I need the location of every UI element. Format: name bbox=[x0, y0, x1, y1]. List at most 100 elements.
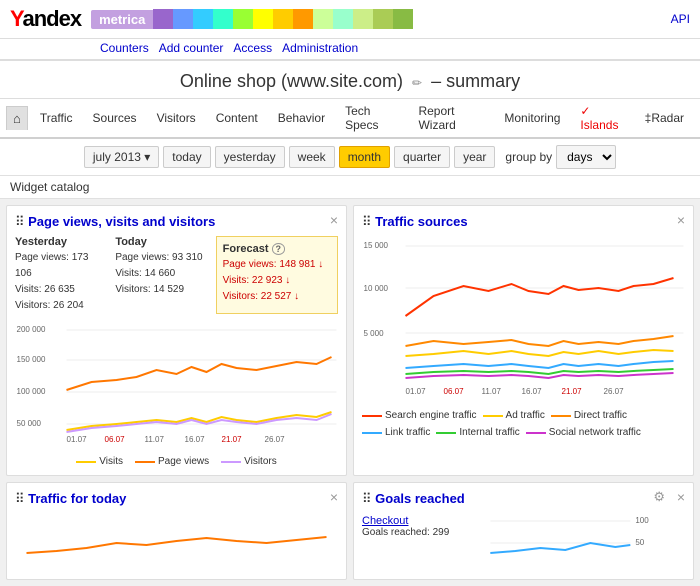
tab-bar: ⌂ Traffic Sources Visitors Content Behav… bbox=[0, 99, 700, 139]
page-subtitle: – summary bbox=[431, 71, 520, 91]
pageviews-dot bbox=[135, 461, 155, 463]
group-by-select[interactable]: days bbox=[556, 145, 616, 169]
svg-text:01.07: 01.07 bbox=[406, 387, 427, 396]
traffic-sources-close[interactable]: × bbox=[677, 212, 685, 228]
svg-text:21.07: 21.07 bbox=[562, 387, 583, 396]
social-dot bbox=[526, 432, 546, 434]
pageviews-close[interactable]: × bbox=[330, 212, 338, 228]
legend-social: Social network traffic bbox=[526, 427, 641, 438]
svg-text:15 000: 15 000 bbox=[364, 241, 389, 250]
stats-row: Yesterday Page views: 173 106 Visits: 26… bbox=[15, 236, 338, 314]
tab-behavior[interactable]: Behavior bbox=[268, 106, 335, 132]
svg-text:06.07: 06.07 bbox=[105, 435, 126, 444]
search-label: Search engine traffic bbox=[385, 410, 477, 421]
traffic-today-widget: ⠿ Traffic for today × bbox=[6, 482, 347, 580]
metrica-bar: metrica bbox=[91, 9, 413, 29]
yandex-logo: Yandex bbox=[10, 6, 81, 32]
page-title: Online shop (www.site.com) bbox=[180, 71, 403, 91]
tab-home[interactable]: ⌂ bbox=[6, 106, 28, 130]
tab-visitors[interactable]: Visitors bbox=[147, 106, 206, 132]
year-btn[interactable]: year bbox=[454, 146, 495, 168]
tab-radar[interactable]: ‡Radar bbox=[635, 106, 694, 132]
week-btn[interactable]: week bbox=[289, 146, 335, 168]
forecast-stats: Forecast ? Page views: 148 981 ↓ Visits:… bbox=[216, 236, 338, 314]
today-stats: Today Page views: 93 310 Visits: 14 660 … bbox=[115, 236, 205, 314]
pageviews-link[interactable]: Page views, visits and visitors bbox=[28, 214, 215, 229]
legend-pageviews: Page views bbox=[135, 456, 209, 467]
tab-sources[interactable]: Sources bbox=[83, 106, 147, 132]
tab-content[interactable]: Content bbox=[206, 106, 268, 132]
pageviews-title: ⠿ Page views, visits and visitors bbox=[15, 214, 338, 230]
direct-label: Direct traffic bbox=[574, 410, 627, 421]
traffic-today-link[interactable]: Traffic for today bbox=[28, 491, 126, 506]
nav-add-counter[interactable]: Add counter bbox=[159, 41, 224, 55]
pageviews-chart: 200 000 150 000 100 000 50 000 01.07 06.… bbox=[15, 322, 338, 452]
nav-access[interactable]: Access bbox=[233, 41, 272, 55]
svg-text:26.07: 26.07 bbox=[604, 387, 625, 396]
widget-catalog-label: Widget catalog bbox=[10, 180, 89, 194]
social-label: Social network traffic bbox=[549, 427, 641, 438]
traffic-today-title: ⠿ Traffic for today bbox=[15, 491, 338, 507]
edit-icon[interactable]: ✏ bbox=[412, 76, 422, 90]
period-selector[interactable]: july 2013 ▾ bbox=[84, 146, 159, 168]
visitors-label: Visitors bbox=[244, 456, 277, 467]
legend-direct: Direct traffic bbox=[551, 410, 627, 421]
nav-administration[interactable]: Administration bbox=[282, 41, 358, 55]
goals-info: Checkout Goals reached: 299 bbox=[362, 513, 466, 571]
internal-dot bbox=[436, 432, 456, 434]
quarter-btn[interactable]: quarter bbox=[394, 146, 450, 168]
widget-catalog-bar: Widget catalog bbox=[0, 176, 700, 199]
goals-widget: ⠿ Goals reached × ⚙ Checkout Goals reach… bbox=[353, 482, 694, 580]
api-link[interactable]: API bbox=[671, 12, 690, 26]
svg-text:50: 50 bbox=[636, 538, 645, 547]
traffic-sources-legend: Search engine traffic Ad traffic Direct … bbox=[362, 410, 685, 438]
nav-counters[interactable]: Counters bbox=[100, 41, 149, 55]
today-btn[interactable]: today bbox=[163, 146, 210, 168]
svg-text:11.07: 11.07 bbox=[482, 387, 502, 396]
svg-text:100 000: 100 000 bbox=[17, 387, 46, 396]
traffic-today-close[interactable]: × bbox=[330, 489, 338, 505]
visits-label: Visits bbox=[99, 456, 123, 467]
svg-text:01.07: 01.07 bbox=[67, 435, 88, 444]
yesterday-btn[interactable]: yesterday bbox=[215, 146, 285, 168]
forecast-label: Forecast ? bbox=[223, 243, 331, 255]
goals-chart: 100 50 bbox=[476, 513, 685, 571]
tab-islands[interactable]: ✓ Islands bbox=[570, 99, 634, 139]
svg-text:16.07: 16.07 bbox=[522, 387, 543, 396]
tab-traffic[interactable]: Traffic bbox=[30, 106, 83, 132]
traffic-sources-chart: 15 000 10 000 5 000 01. bbox=[362, 236, 685, 406]
svg-text:200 000: 200 000 bbox=[17, 325, 46, 334]
goals-settings[interactable]: ⚙ bbox=[653, 489, 665, 505]
legend-visits: Visits bbox=[76, 456, 123, 467]
direct-dot bbox=[551, 415, 571, 417]
svg-text:11.07: 11.07 bbox=[145, 435, 165, 444]
svg-text:26.07: 26.07 bbox=[265, 435, 286, 444]
legend-visitors: Visitors bbox=[221, 456, 277, 467]
svg-text:5 000: 5 000 bbox=[364, 329, 385, 338]
tab-monitoring[interactable]: Monitoring bbox=[494, 106, 570, 132]
tab-report-wizard[interactable]: Report Wizard bbox=[408, 99, 494, 139]
today-label: Today bbox=[115, 236, 205, 248]
yesterday-vals: Page views: 173 106 Visits: 26 635 Visit… bbox=[15, 250, 105, 314]
tab-tech-specs[interactable]: Tech Specs bbox=[335, 99, 408, 139]
pageviews-legend: Visits Page views Visitors bbox=[15, 456, 338, 467]
svg-text:150 000: 150 000 bbox=[17, 355, 46, 364]
svg-text:21.07: 21.07 bbox=[222, 435, 243, 444]
month-btn[interactable]: month bbox=[339, 146, 390, 168]
ad-label: Ad traffic bbox=[506, 410, 545, 421]
checkout-link[interactable]: Checkout bbox=[362, 515, 408, 527]
visits-dot bbox=[76, 461, 96, 463]
ad-dot bbox=[483, 415, 503, 417]
today-vals: Page views: 93 310 Visits: 14 660 Visito… bbox=[115, 250, 205, 298]
traffic-sources-link[interactable]: Traffic sources bbox=[375, 214, 468, 229]
goals-close[interactable]: × bbox=[677, 489, 685, 505]
internal-label: Internal traffic bbox=[459, 427, 519, 438]
date-bar: july 2013 ▾ today yesterday week month q… bbox=[0, 139, 700, 176]
goals-content: Checkout Goals reached: 299 100 50 bbox=[362, 513, 685, 571]
goals-link[interactable]: Goals reached bbox=[375, 491, 465, 506]
svg-text:50 000: 50 000 bbox=[17, 419, 42, 428]
link-label: Link traffic bbox=[385, 427, 430, 438]
page-title-row: Online shop (www.site.com) ✏ – summary bbox=[0, 61, 700, 99]
pageviews-widget: ⠿ Page views, visits and visitors × Yest… bbox=[6, 205, 347, 476]
goals-title: ⠿ Goals reached bbox=[362, 491, 685, 507]
